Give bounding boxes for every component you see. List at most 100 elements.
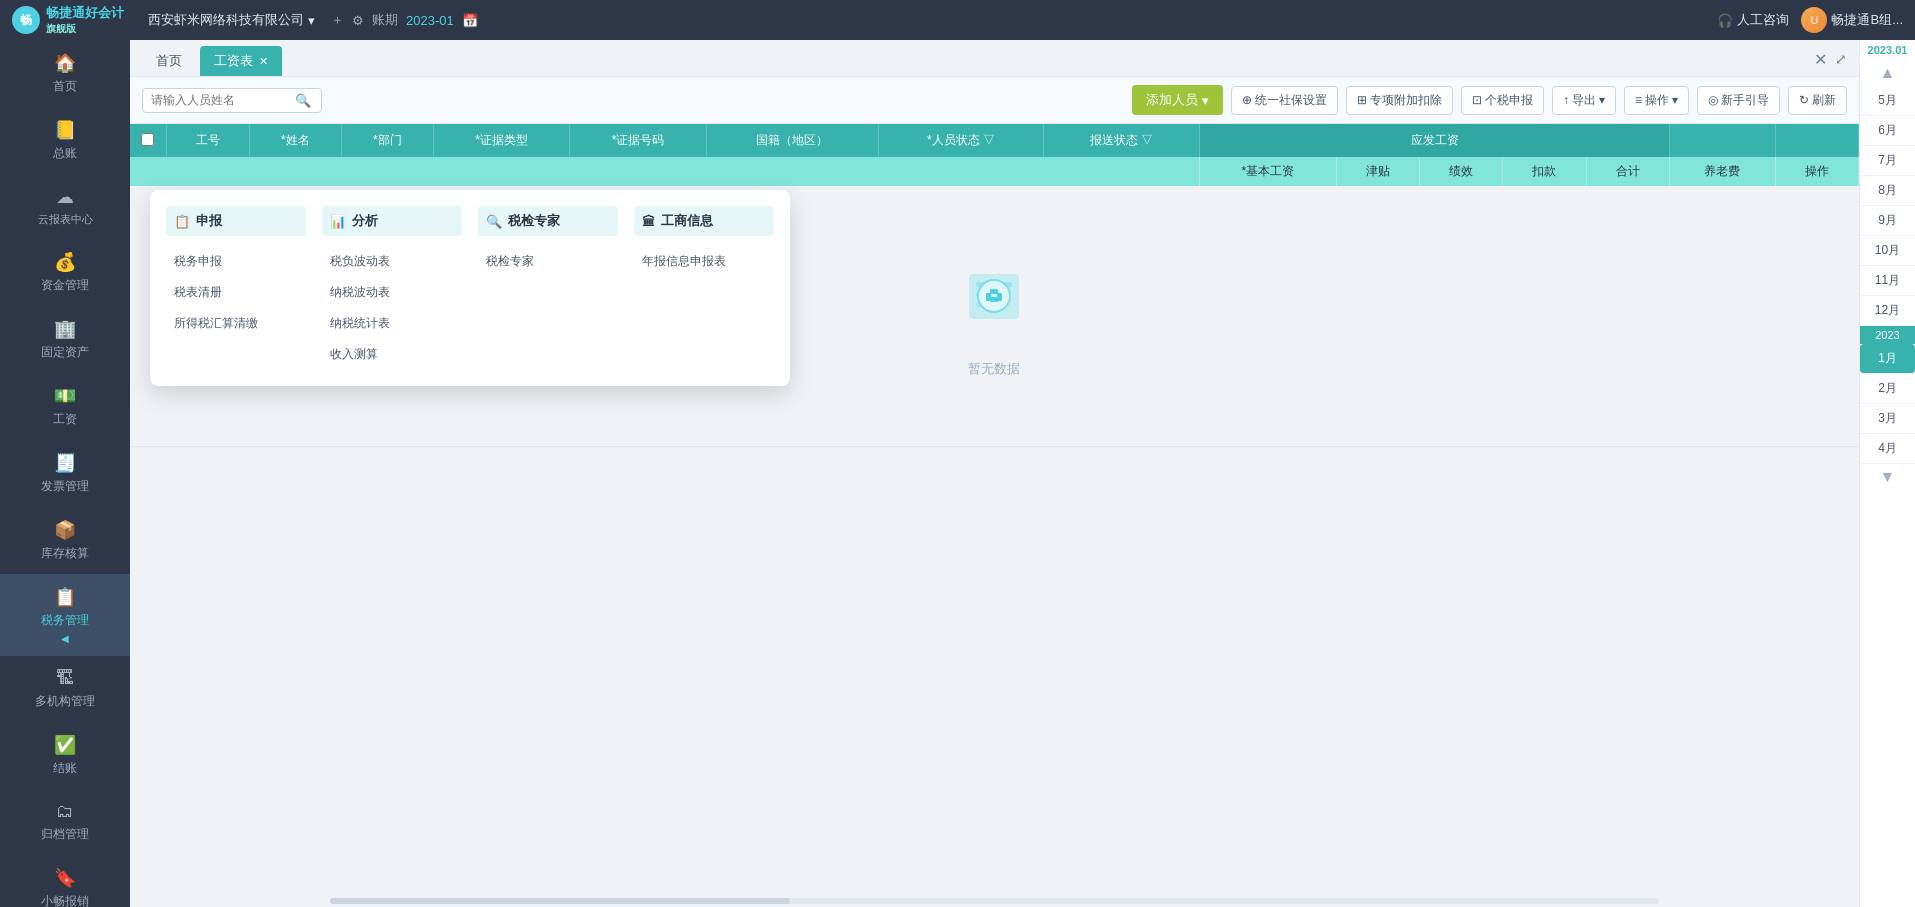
analysis-icon: 📊 — [330, 214, 346, 229]
cloud-icon: ☁ — [56, 186, 74, 208]
sidebar-item-multi-org[interactable]: 🏗 多机构管理 — [0, 656, 130, 722]
export-icon: ↑ — [1563, 93, 1569, 107]
sidebar-item-inventory[interactable]: 📦 库存核算 — [0, 507, 130, 574]
date-month-9-2022[interactable]: 9月 — [1860, 206, 1915, 236]
date-month-10-2022[interactable]: 10月 — [1860, 236, 1915, 266]
dropdown-item-tax-stats[interactable]: 纳税统计表 — [322, 308, 462, 339]
sub-performance: 绩效 — [1419, 157, 1502, 186]
calendar-icon[interactable]: 📅 — [462, 13, 478, 28]
date-month-1-2023[interactable]: 1月 — [1860, 344, 1915, 374]
filter-icon[interactable]: ▽ — [983, 133, 995, 147]
social-label: 统一社保设置 — [1255, 92, 1327, 109]
sidebar-item-salary[interactable]: 💵 工资 — [0, 373, 130, 440]
date-month-4-2023[interactable]: 4月 — [1860, 434, 1915, 464]
dropdown-item-income-estimate[interactable]: 收入测算 — [322, 339, 462, 370]
sub-operation: 操作 — [1775, 157, 1858, 186]
scrollbar-thumb[interactable] — [330, 898, 790, 904]
header-right: 🎧 人工咨询 U 畅捷通B组... — [1717, 7, 1903, 33]
table-sub-header-row: *基本工资 津贴 绩效 扣款 合计 养老费 操作 — [130, 157, 1859, 186]
multi-org-icon: 🏗 — [56, 668, 74, 689]
invoice-icon: 🧾 — [54, 452, 76, 474]
date-month-12-2022[interactable]: 12月 — [1860, 296, 1915, 326]
company-selector[interactable]: 西安虾米网络科技有限公司 ▾ — [140, 11, 323, 29]
scroll-up-arrow[interactable]: ▲ — [1876, 60, 1900, 86]
maximize-icon[interactable]: ⤢ — [1835, 51, 1847, 67]
sidebar-item-label: 资金管理 — [41, 277, 89, 294]
declaration-icon: 📋 — [174, 214, 190, 229]
operation-button[interactable]: ≡ 操作 ▾ — [1624, 86, 1689, 115]
scroll-down-arrow[interactable]: ▼ — [1876, 464, 1900, 490]
dropdown-item-tax-table[interactable]: 税表清册 — [166, 277, 306, 308]
col-dept: *部门 — [341, 124, 433, 157]
dropdown-item-tax-declare[interactable]: 税务申报 — [166, 246, 306, 277]
refresh-icon: ↻ — [1799, 93, 1809, 107]
close-window-icon[interactable]: ✕ — [1814, 50, 1827, 69]
filter-icon[interactable]: ▽ — [1141, 133, 1153, 147]
search-input[interactable] — [151, 93, 291, 107]
report-icon: 🔖 — [54, 867, 76, 889]
sidebar-item-label: 首页 — [53, 78, 77, 95]
horizontal-scrollbar[interactable] — [130, 895, 1859, 907]
special-label: 专项附加扣除 — [1370, 92, 1442, 109]
tax-declare-button[interactable]: ⊡ 个税申报 — [1461, 86, 1544, 115]
add-person-button[interactable]: 添加人员 ▾ — [1132, 85, 1223, 115]
date-month-6-2022[interactable]: 6月 — [1860, 116, 1915, 146]
year-2023-label: 2023 — [1860, 326, 1915, 344]
sidebar-item-invoice[interactable]: 🧾 发票管理 — [0, 440, 130, 507]
support-btn[interactable]: 🎧 人工咨询 — [1717, 11, 1789, 29]
tab-salary-table[interactable]: 工资表 ✕ — [200, 46, 282, 76]
tab-home[interactable]: 首页 — [142, 46, 196, 76]
sidebar-item-label: 固定资产 — [41, 344, 89, 361]
dropdown-item-tax-burden[interactable]: 税负波动表 — [322, 246, 462, 277]
special-deduction-button[interactable]: ⊞ 专项附加扣除 — [1346, 86, 1453, 115]
dropdown-item-tax-payment[interactable]: 纳税波动表 — [322, 277, 462, 308]
logo-area: 畅 畅捷通好会计 旗舰版 — [12, 4, 132, 36]
salary-icon: 💵 — [54, 385, 76, 407]
sidebar-item-label: 小畅报销 — [41, 893, 89, 907]
sidebar-item-fund[interactable]: 💰 资金管理 — [0, 239, 130, 306]
export-button[interactable]: ↑ 导出 ▾ — [1552, 86, 1616, 115]
date-month-5-2022[interactable]: 5月 — [1860, 86, 1915, 116]
col-group-salary: 应发工资 — [1200, 124, 1670, 157]
closing-icon: ✅ — [54, 734, 76, 756]
tab-close-icon[interactable]: ✕ — [259, 55, 268, 68]
refresh-button[interactable]: ↻ 刷新 — [1788, 86, 1847, 115]
headset-icon: 🎧 — [1717, 13, 1733, 28]
home-icon: 🏠 — [54, 52, 76, 74]
svg-rect-5 — [990, 289, 998, 294]
col-report-status: 报送状态 ▽ — [1043, 124, 1199, 157]
sidebar-item-ledger[interactable]: 📒 总账 — [0, 107, 130, 174]
table-header-row: 工号 *姓名 *部门 *证据类型 *证据号码 国籍（地区） *人员状态 ▽ 报送… — [130, 124, 1859, 157]
sidebar-item-tax[interactable]: 📋 税务管理 ◀ — [0, 574, 130, 656]
right-date-sidebar: 2023.01 ▲ 5月 6月 7月 8月 9月 10月 11月 12月 202… — [1859, 40, 1915, 907]
svg-rect-7 — [986, 293, 991, 301]
dropdown-item-income-tax[interactable]: 所得税汇算清缴 — [166, 308, 306, 339]
col-check[interactable] — [130, 124, 166, 157]
empty-icon — [954, 254, 1034, 348]
settings-icon[interactable]: ⚙ — [352, 13, 364, 28]
social-insurance-button[interactable]: ⊕ 统一社保设置 — [1231, 86, 1338, 115]
date-month-7-2022[interactable]: 7月 — [1860, 146, 1915, 176]
period-value[interactable]: 2023-01 — [406, 13, 454, 28]
sidebar-item-fixed-assets[interactable]: 🏢 固定资产 — [0, 306, 130, 373]
sidebar-item-home[interactable]: 🏠 首页 — [0, 40, 130, 107]
date-month-11-2022[interactable]: 11月 — [1860, 266, 1915, 296]
add-company-icon[interactable]: ＋ — [331, 11, 344, 29]
sub-base-salary: *基本工资 — [1200, 157, 1336, 186]
sidebar-item-closing[interactable]: ✅ 结账 — [0, 722, 130, 789]
col-id-type: *证据类型 — [433, 124, 569, 157]
date-month-8-2022[interactable]: 8月 — [1860, 176, 1915, 206]
user-menu[interactable]: U 畅捷通B组... — [1801, 7, 1903, 33]
dropdown-section-tax-expert: 🔍 税检专家 税检专家 — [478, 206, 618, 370]
date-month-2-2023[interactable]: 2月 — [1860, 374, 1915, 404]
guide-button[interactable]: ◎ 新手引导 — [1697, 86, 1780, 115]
date-header: 2023.01 — [1864, 40, 1912, 60]
sidebar-item-cloud-report[interactable]: ☁ 云报表中心 — [0, 174, 130, 239]
dropdown-item-annual-report[interactable]: 年报信息申报表 — [634, 246, 774, 277]
select-all-checkbox[interactable] — [141, 133, 154, 146]
tax-expert-icon: 🔍 — [486, 214, 502, 229]
sidebar-item-reports[interactable]: 🔖 小畅报销 — [0, 855, 130, 907]
dropdown-item-tax-expert[interactable]: 税检专家 — [478, 246, 618, 277]
sidebar-item-archive[interactable]: 🗂 归档管理 — [0, 789, 130, 855]
date-month-3-2023[interactable]: 3月 — [1860, 404, 1915, 434]
